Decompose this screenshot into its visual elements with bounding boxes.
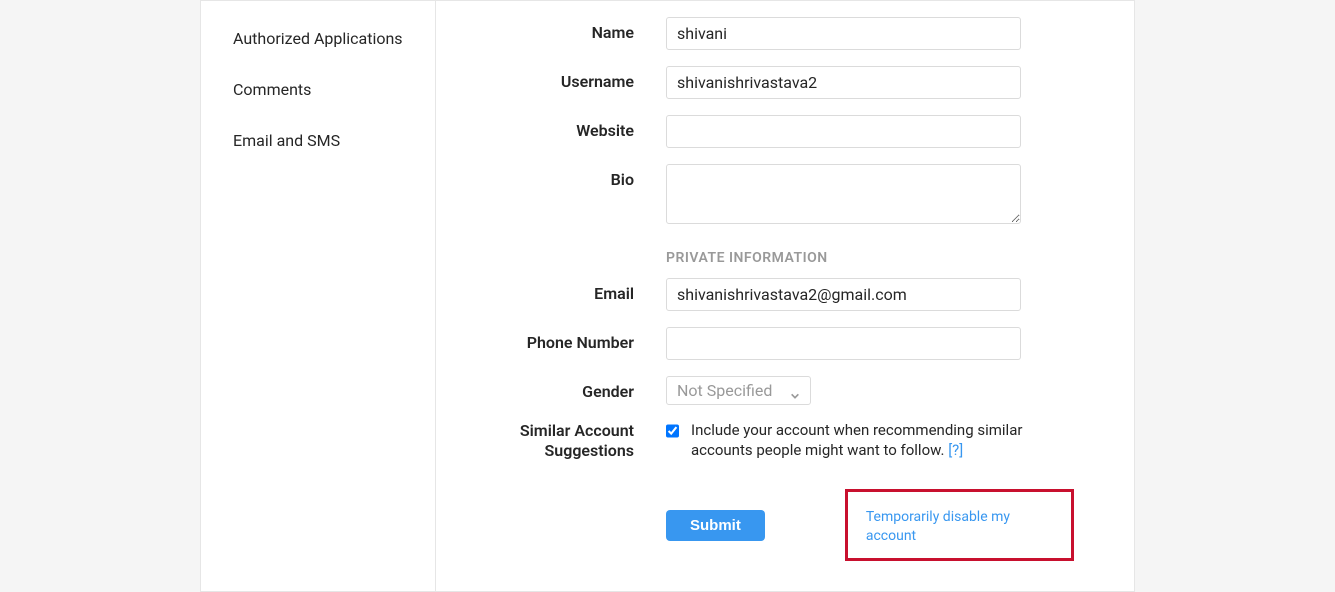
gender-select[interactable]: Not Specified xyxy=(666,376,811,405)
bio-textarea[interactable] xyxy=(666,164,1021,224)
disable-account-link[interactable]: Temporarily disable my account xyxy=(866,509,1010,544)
sidebar-item-authorized-apps[interactable]: Authorized Applications xyxy=(201,13,435,64)
help-link[interactable]: [?] xyxy=(948,441,963,459)
gender-value: Not Specified xyxy=(677,381,772,400)
bio-label: Bio xyxy=(496,164,666,189)
similar-suggestions-text: Include your account when recommending s… xyxy=(691,421,1066,460)
disable-account-highlight: Temporarily disable my account xyxy=(845,489,1074,561)
website-label: Website xyxy=(496,115,666,140)
gender-label: Gender xyxy=(496,376,666,401)
edit-profile-form: Name Username Website Bio PRIVATE INFORM… xyxy=(436,1,1134,591)
username-input[interactable] xyxy=(666,66,1021,99)
name-input[interactable] xyxy=(666,17,1021,50)
email-label: Email xyxy=(496,278,666,303)
sidebar-item-email-sms[interactable]: Email and SMS xyxy=(201,115,435,166)
sidebar: Authorized Applications Comments Email a… xyxy=(201,1,436,591)
username-label: Username xyxy=(496,66,666,91)
similar-suggestions-label: Similar Account Suggestions xyxy=(496,421,666,461)
private-info-header: PRIVATE INFORMATION xyxy=(496,250,1074,266)
phone-label: Phone Number xyxy=(496,327,666,352)
sidebar-item-comments[interactable]: Comments xyxy=(201,64,435,115)
website-input[interactable] xyxy=(666,115,1021,148)
chevron-down-icon xyxy=(790,386,800,396)
settings-panel: Authorized Applications Comments Email a… xyxy=(200,0,1135,592)
similar-suggestions-checkbox[interactable] xyxy=(666,424,679,438)
submit-button[interactable]: Submit xyxy=(666,510,765,541)
name-label: Name xyxy=(496,17,666,42)
email-input[interactable] xyxy=(666,278,1021,311)
phone-input[interactable] xyxy=(666,327,1021,360)
